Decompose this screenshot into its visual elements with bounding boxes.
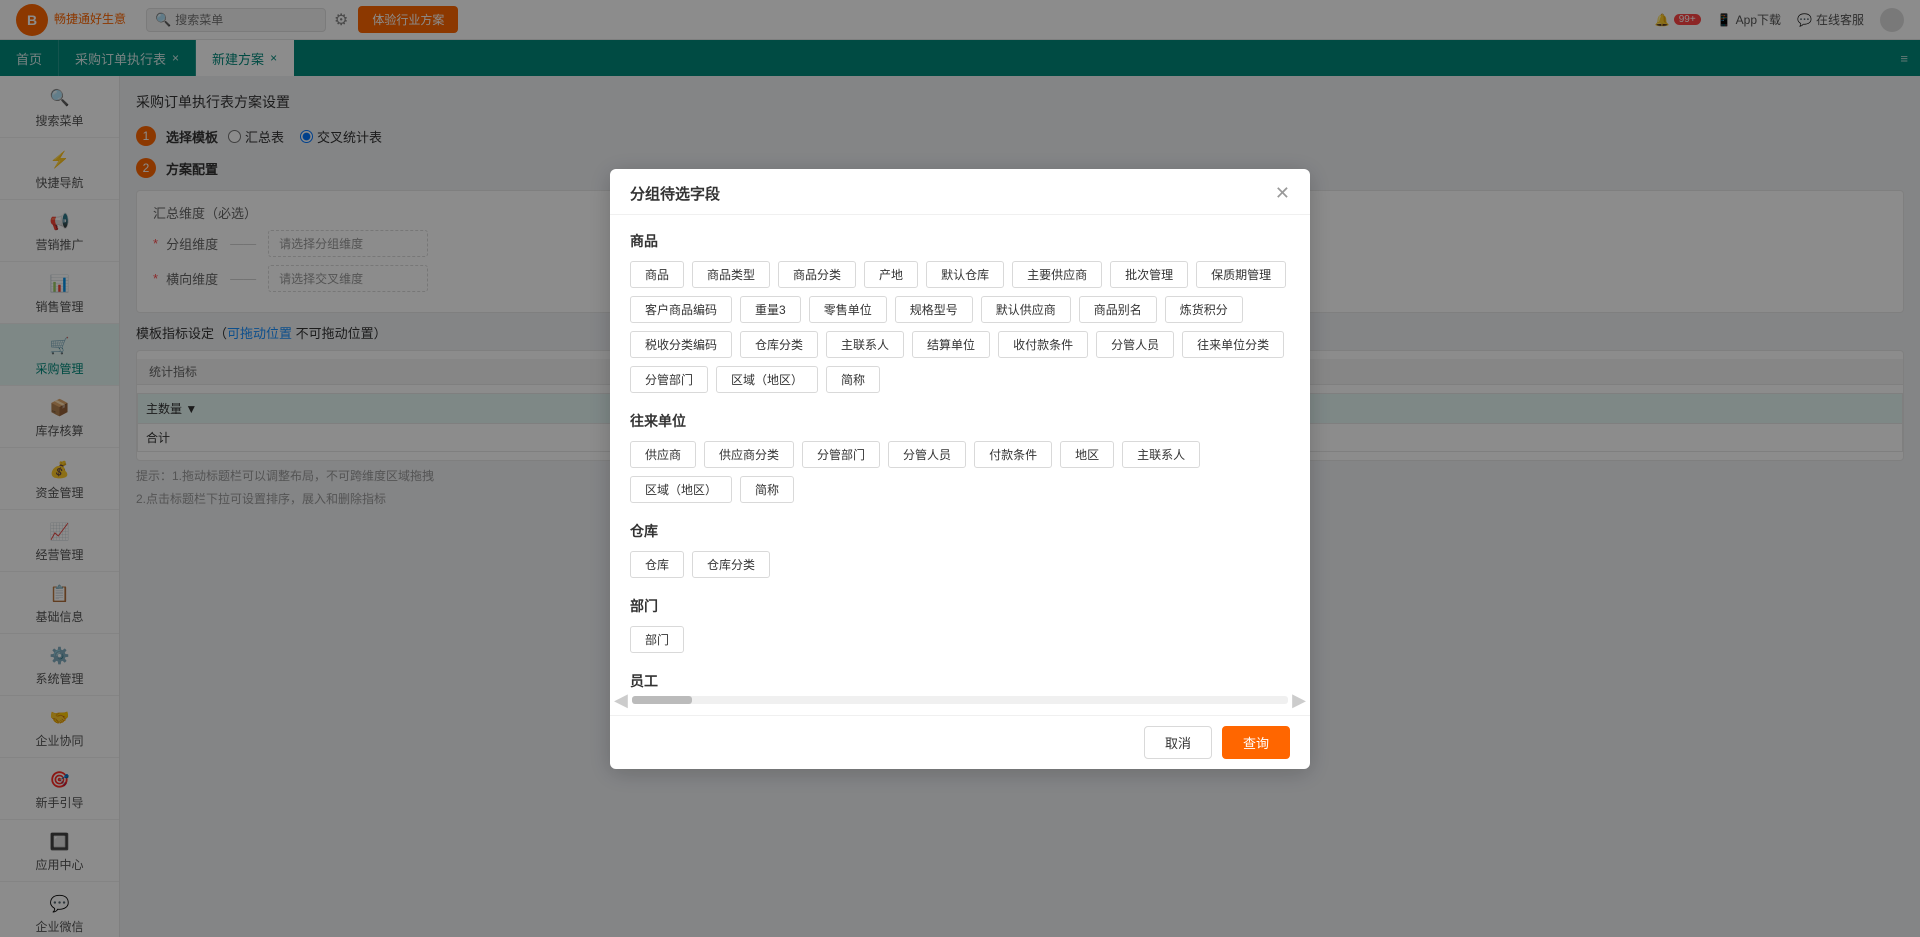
group-title-warehouse: 仓库	[630, 521, 1290, 541]
field-tag[interactable]: 商品分类	[778, 261, 856, 288]
group-title-dept: 部门	[630, 596, 1290, 616]
field-tag[interactable]: 分管部门	[630, 366, 708, 393]
group-title-partner: 往来单位	[630, 411, 1290, 431]
field-tag[interactable]: 产地	[864, 261, 918, 288]
field-tag[interactable]: 批次管理	[1110, 261, 1188, 288]
scroll-right-icon[interactable]: ▶	[1292, 690, 1306, 711]
field-tag[interactable]: 商品类型	[692, 261, 770, 288]
cancel-button[interactable]: 取消	[1144, 726, 1212, 759]
field-tag[interactable]: 仓库分类	[692, 551, 770, 578]
field-group-product: 商品 商品 商品类型 商品分类 产地 默认仓库 主要供应商 批次管理 保质期管理…	[630, 231, 1290, 393]
field-group-employee: 员工 业务员	[630, 671, 1290, 690]
field-tag[interactable]: 默认供应商	[981, 296, 1071, 323]
modal-close-icon[interactable]: ✕	[1275, 184, 1290, 202]
field-tag[interactable]: 简称	[740, 476, 794, 503]
field-tag[interactable]: 结算单位	[912, 331, 990, 358]
field-tag[interactable]: 往来单位分类	[1182, 331, 1284, 358]
field-tag[interactable]: 区域（地区）	[716, 366, 818, 393]
field-tag[interactable]: 收付款条件	[998, 331, 1088, 358]
field-tags-partner: 供应商 供应商分类 分管部门 分管人员 付款条件 地区 主联系人 区域（地区） …	[630, 441, 1290, 503]
field-tags-warehouse: 仓库 仓库分类	[630, 551, 1290, 578]
field-tag[interactable]: 商品	[630, 261, 684, 288]
field-tag[interactable]: 客户商品编码	[630, 296, 732, 323]
field-tag[interactable]: 仓库分类	[740, 331, 818, 358]
field-tag[interactable]: 仓库	[630, 551, 684, 578]
field-tag[interactable]: 分管部门	[802, 441, 880, 468]
field-select-modal: 分组待选字段 ✕ 商品 商品 商品类型 商品分类 产地 默认仓库 主要供应商 批…	[610, 169, 1310, 769]
field-tag[interactable]: 保质期管理	[1196, 261, 1286, 288]
field-tag[interactable]: 炼货积分	[1165, 296, 1243, 323]
field-group-warehouse: 仓库 仓库 仓库分类	[630, 521, 1290, 578]
modal-hscroll: ◀ ▶	[610, 690, 1310, 715]
field-tag[interactable]: 分管人员	[888, 441, 966, 468]
field-tag[interactable]: 供应商分类	[704, 441, 794, 468]
field-tag[interactable]: 税收分类编码	[630, 331, 732, 358]
scroll-left-icon[interactable]: ◀	[614, 690, 628, 711]
modal-body: 商品 商品 商品类型 商品分类 产地 默认仓库 主要供应商 批次管理 保质期管理…	[610, 215, 1310, 690]
field-tag[interactable]: 部门	[630, 626, 684, 653]
field-tag[interactable]: 主联系人	[826, 331, 904, 358]
field-tag[interactable]: 主要供应商	[1012, 261, 1102, 288]
modal-title: 分组待选字段	[630, 183, 720, 204]
field-tag[interactable]: 简称	[826, 366, 880, 393]
field-group-dept: 部门 部门	[630, 596, 1290, 653]
field-tag[interactable]: 付款条件	[974, 441, 1052, 468]
field-tags-product: 商品 商品类型 商品分类 产地 默认仓库 主要供应商 批次管理 保质期管理 客户…	[630, 261, 1290, 393]
field-tag[interactable]: 默认仓库	[926, 261, 1004, 288]
group-title-product: 商品	[630, 231, 1290, 251]
modal-header: 分组待选字段 ✕	[610, 169, 1310, 215]
modal-overlay: 分组待选字段 ✕ 商品 商品 商品类型 商品分类 产地 默认仓库 主要供应商 批…	[0, 0, 1920, 937]
field-tag[interactable]: 商品别名	[1079, 296, 1157, 323]
group-title-employee: 员工	[630, 671, 1290, 690]
field-group-partner: 往来单位 供应商 供应商分类 分管部门 分管人员 付款条件 地区 主联系人 区域…	[630, 411, 1290, 503]
field-tag[interactable]: 区域（地区）	[630, 476, 732, 503]
field-tag[interactable]: 分管人员	[1096, 331, 1174, 358]
field-tag[interactable]: 零售单位	[809, 296, 887, 323]
field-tag[interactable]: 主联系人	[1122, 441, 1200, 468]
field-tag[interactable]: 地区	[1060, 441, 1114, 468]
confirm-button[interactable]: 查询	[1222, 726, 1290, 759]
field-tags-dept: 部门	[630, 626, 1290, 653]
modal-footer: 取消 查询	[610, 715, 1310, 769]
field-tag[interactable]: 重量3	[740, 296, 801, 323]
hscroll-thumb[interactable]	[632, 696, 692, 704]
field-tag[interactable]: 供应商	[630, 441, 696, 468]
field-tag[interactable]: 规格型号	[895, 296, 973, 323]
